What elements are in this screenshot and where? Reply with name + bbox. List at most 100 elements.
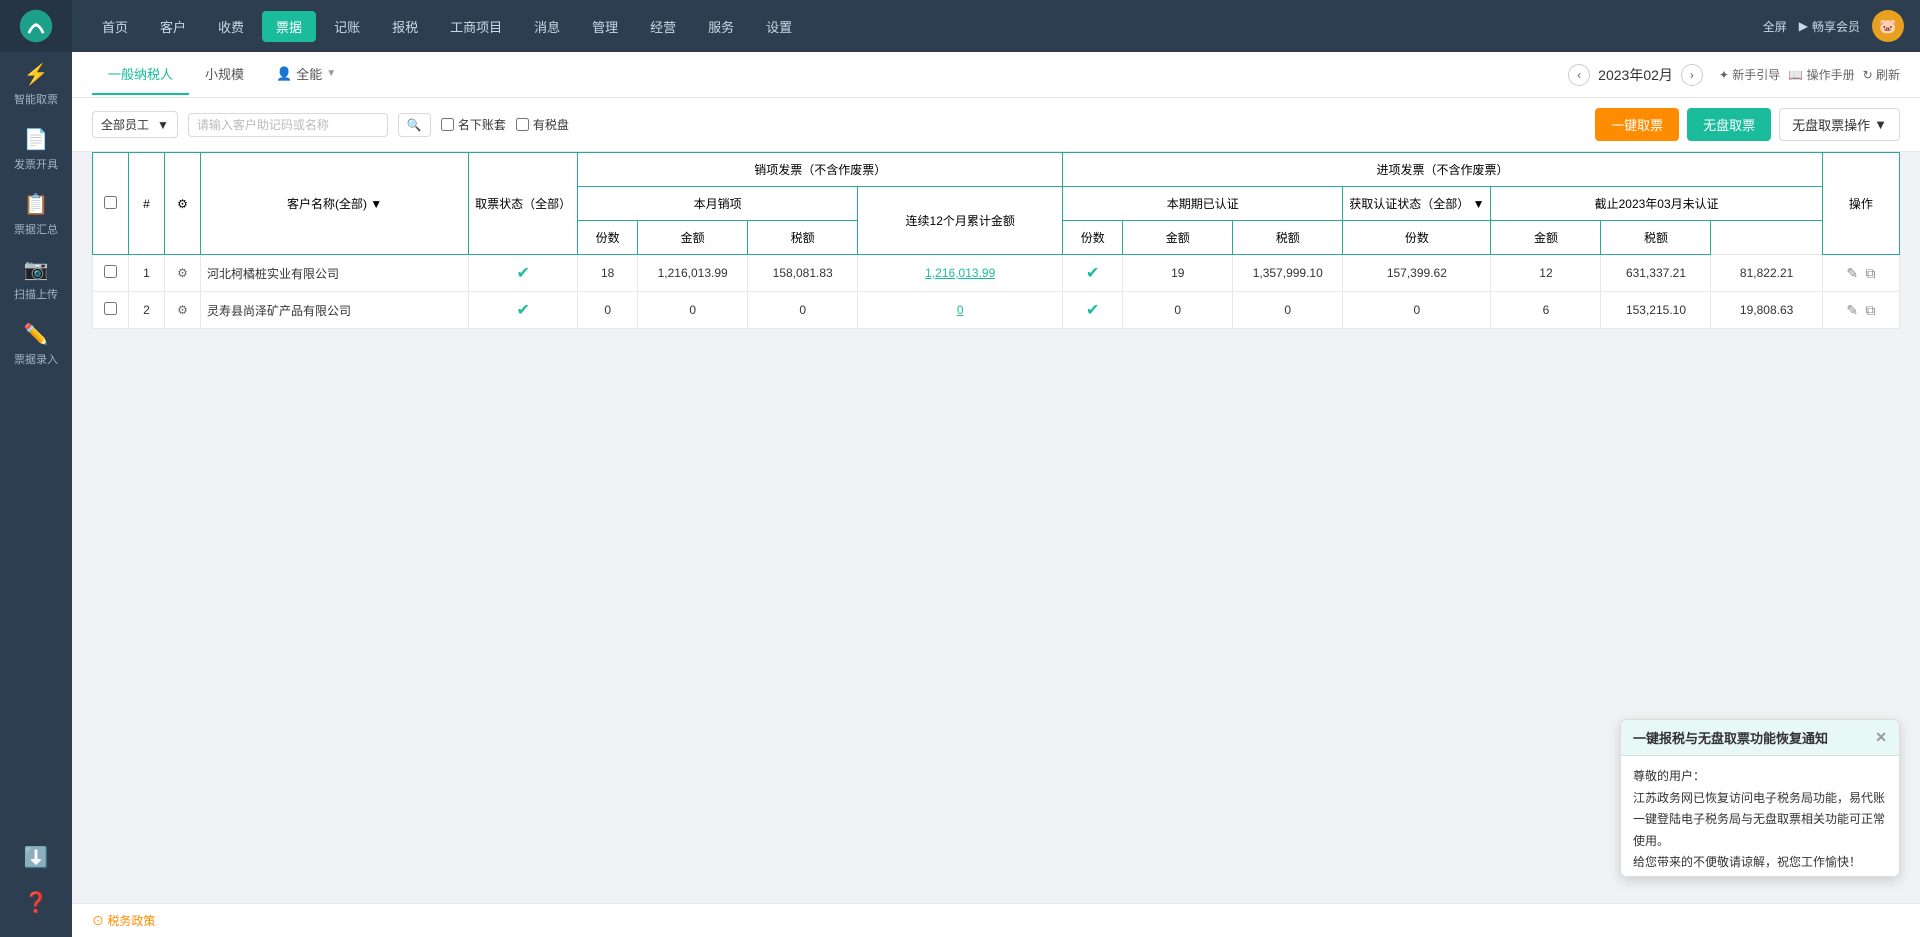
row-index: 2: [129, 292, 165, 329]
th-sales-amount: 金额: [638, 221, 748, 255]
tab-general-label: 一般纳税人: [108, 64, 173, 83]
copy-icon[interactable]: ⧉: [1865, 302, 1875, 318]
edit-icon[interactable]: ✎: [1846, 265, 1858, 281]
employee-select[interactable]: 全部员工 ▼: [92, 111, 178, 138]
row-uncert-tax: 19,808.63: [1711, 292, 1822, 329]
row-monthly-amount: 1,216,013.99: [638, 255, 748, 292]
th-uncert-count: 份数: [1343, 221, 1491, 255]
row-purchase-amount: 0: [1233, 292, 1343, 329]
sidebar-item-invoice-open[interactable]: 📄 发票开具: [0, 117, 72, 182]
th-uncert-tax: 税额: [1601, 221, 1711, 255]
fullscreen-btn[interactable]: 全屏: [1763, 18, 1787, 35]
sidebar-item-data-entry[interactable]: ✏️ 票据录入: [0, 312, 72, 377]
manual-btn[interactable]: 📖 操作手册: [1788, 66, 1854, 83]
vip-btn[interactable]: ▶ 畅享会员: [1799, 18, 1860, 35]
search-button[interactable]: 🔍: [398, 113, 431, 137]
sidebar-item-summary[interactable]: 📋 票据汇总: [0, 182, 72, 247]
sidebar-bottom: ⬇️ ❓: [0, 835, 72, 937]
tax-disk-checkbox[interactable]: 有税盘: [516, 116, 569, 133]
sidebar-item-label: 智能取票: [14, 91, 58, 107]
row-checkbox[interactable]: [93, 255, 129, 292]
th-sales-group: 销项发票（不含作废票）: [578, 153, 1063, 187]
nav-business[interactable]: 工商项目: [436, 11, 516, 42]
tax-disk-check[interactable]: [516, 118, 529, 131]
invoice-open-icon: 📄: [24, 127, 49, 152]
top-navigation: 首页 客户 收费 票据 记账 报税 工商项目 消息 管理 经营 服务 设置 全屏…: [72, 0, 1920, 52]
row-fetch-status: ✔: [469, 255, 578, 292]
row-actions: ✎ ⧉: [1822, 255, 1899, 292]
popup-close-btn[interactable]: ✕: [1875, 729, 1887, 746]
nav-tax[interactable]: 报税: [378, 11, 432, 42]
nav-settings[interactable]: 设置: [752, 11, 806, 42]
row-cert-status: ✔: [1063, 255, 1123, 292]
select-dropdown-icon: ▼: [157, 118, 169, 132]
row-uncert-count: 6: [1491, 292, 1601, 329]
nav-invoice[interactable]: 票据: [262, 11, 316, 42]
row-fetch-status: ✔: [469, 292, 578, 329]
sidebar-item-label: 扫描上传: [14, 286, 58, 302]
select-all-checkbox[interactable]: [104, 196, 117, 209]
new-guide-btn[interactable]: ✦ 新手引导: [1719, 66, 1780, 83]
tax-disk-label: 有税盘: [533, 116, 569, 133]
current-date: 2023年02月: [1598, 65, 1673, 85]
tax-policy-link[interactable]: ⊙ 税务政策: [92, 914, 155, 928]
next-month-btn[interactable]: ›: [1681, 64, 1703, 86]
row-index: 1: [129, 255, 165, 292]
copy-icon[interactable]: ⧉: [1865, 265, 1875, 281]
sidebar-item-scan[interactable]: 📷 扫描上传: [0, 247, 72, 312]
no-disk-fetch-btn[interactable]: 无盘取票: [1687, 108, 1771, 141]
nav-home[interactable]: 首页: [88, 11, 142, 42]
nav-operation[interactable]: 经营: [636, 11, 690, 42]
nav-service[interactable]: 服务: [694, 11, 748, 42]
tab-small[interactable]: 小规模: [189, 54, 260, 95]
th-gear: ⚙: [165, 153, 201, 255]
named-accounts-label: 名下账套: [458, 116, 506, 133]
row-monthly-tax: 158,081.83: [748, 255, 858, 292]
search-icon: 🔍: [407, 118, 422, 132]
search-input[interactable]: [188, 113, 388, 137]
tab-small-label: 小规模: [205, 64, 244, 83]
nav-manage[interactable]: 管理: [578, 11, 632, 42]
sidebar-item-help[interactable]: ❓: [0, 880, 72, 925]
nav-bookkeep[interactable]: 记账: [320, 11, 374, 42]
no-disk-ops-label: 无盘取票操作: [1792, 115, 1870, 134]
footer-bar[interactable]: ⊙ 税务政策: [72, 903, 1920, 937]
th-fetch-status: 取票状态（全部）: [469, 153, 578, 255]
row-purchase-count: 0: [1123, 292, 1233, 329]
th-purchase-group: 进项发票（不含作废票）: [1063, 153, 1823, 187]
popup-title: 一键报税与无盘取票功能恢复通知: [1633, 728, 1828, 747]
th-pur-count: 份数: [1063, 221, 1123, 255]
nav-message[interactable]: 消息: [520, 11, 574, 42]
row-gear[interactable]: ⚙: [165, 255, 201, 292]
no-disk-ops-btn[interactable]: 无盘取票操作 ▼: [1779, 108, 1900, 141]
sidebar-item-smart-fetch[interactable]: ⚡ 智能取票: [0, 52, 72, 117]
row-uncert-tax: 81,822.21: [1711, 255, 1822, 292]
sidebar-item-download[interactable]: ⬇️: [0, 835, 72, 880]
invoice-table: # ⚙ 客户名称(全部) ▼ 取票状态（全部） 销项发票（不含作废票） 进项发票…: [92, 152, 1900, 329]
named-accounts-checkbox[interactable]: 名下账套: [441, 116, 506, 133]
row-purchase-count: 19: [1123, 255, 1233, 292]
tab-general[interactable]: 一般纳税人: [92, 54, 189, 95]
prev-month-btn[interactable]: ‹: [1568, 64, 1590, 86]
row-cumulative[interactable]: 1,216,013.99: [858, 255, 1063, 292]
one-click-fetch-btn[interactable]: 一键取票: [1595, 108, 1679, 141]
toolbar-right: 一键取票 无盘取票 无盘取票操作 ▼: [1595, 108, 1900, 141]
row-cumulative[interactable]: 0: [858, 292, 1063, 329]
row-uncert-amount: 631,337.21: [1601, 255, 1711, 292]
user-avatar[interactable]: 🐷: [1872, 10, 1904, 42]
ops-chevron-icon: ▼: [1874, 117, 1887, 132]
row-purchase-tax: 157,399.62: [1343, 255, 1491, 292]
tab-all[interactable]: 👤 全能 ▼: [260, 54, 352, 95]
table-row: 2 ⚙ 灵寿县尚泽矿产品有限公司 ✔ 0 0 0 0 ✔ 0 0 0 6 153…: [93, 292, 1900, 329]
row-checkbox[interactable]: [93, 292, 129, 329]
employee-select-label: 全部员工: [101, 116, 149, 133]
nav-client[interactable]: 客户: [146, 11, 200, 42]
refresh-btn[interactable]: ↻ 刷新: [1863, 66, 1900, 83]
edit-icon[interactable]: ✎: [1846, 302, 1858, 318]
row-gear[interactable]: ⚙: [165, 292, 201, 329]
nav-billing[interactable]: 收费: [204, 11, 258, 42]
th-monthly-sales: 本月销项: [578, 187, 858, 221]
named-accounts-check[interactable]: [441, 118, 454, 131]
popup-header: 一键报税与无盘取票功能恢复通知 ✕: [1621, 720, 1899, 756]
row-customer: 灵寿县尚泽矿产品有限公司: [201, 292, 469, 329]
